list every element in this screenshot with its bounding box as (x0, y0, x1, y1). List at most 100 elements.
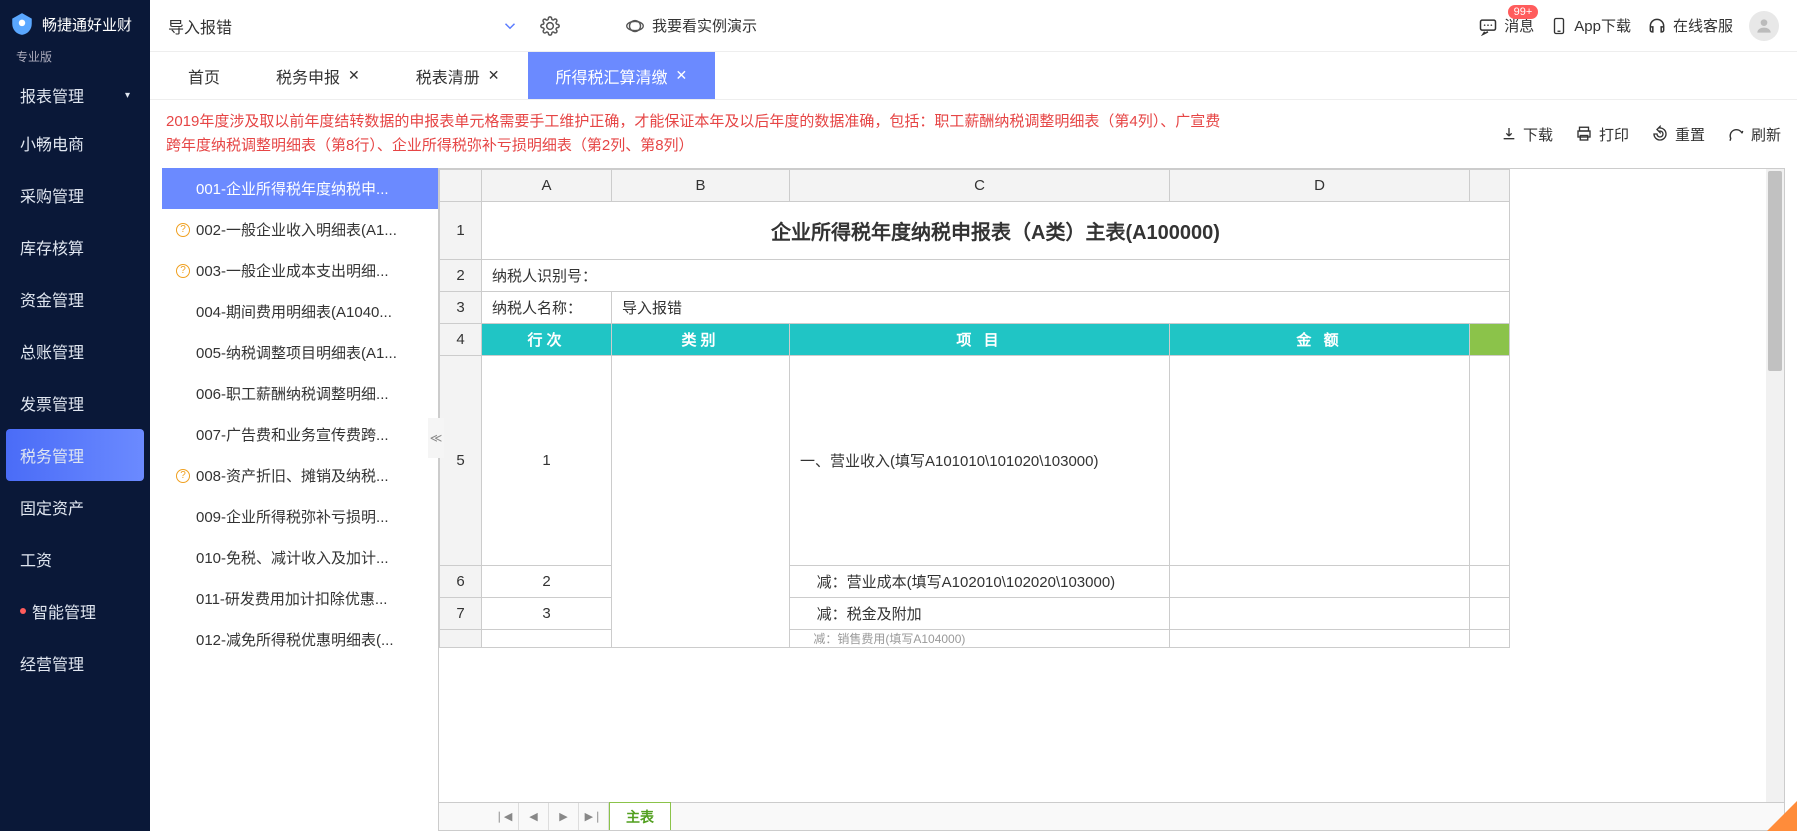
form-list-item-0[interactable]: 001-企业所得税年度纳税申... (162, 168, 438, 209)
header-col2[interactable]: 类别 (612, 324, 790, 356)
nav-item-4[interactable]: 总账管理 (0, 325, 150, 377)
vertical-scrollbar[interactable] (1766, 169, 1784, 802)
dropdown-icon[interactable] (498, 14, 522, 38)
header-col1[interactable]: 行次 (482, 324, 612, 356)
row8-num[interactable] (482, 630, 612, 648)
nav-item-1[interactable]: 采购管理 (0, 169, 150, 221)
nav-item-6[interactable]: 税务管理 (6, 429, 144, 481)
tab-close-icon[interactable]: ✕ (676, 67, 688, 84)
sheet-nav-first[interactable]: ❘◀ (489, 803, 519, 830)
user-avatar[interactable] (1749, 11, 1779, 41)
nav-first-partial[interactable]: 报表管理 ▾ (0, 73, 150, 117)
row-header-7[interactable]: 7 (440, 598, 482, 630)
nav-item-2[interactable]: 库存核算 (0, 221, 150, 273)
form-list-item-8[interactable]: 009-企业所得税弥补亏损明... (162, 496, 438, 537)
row7-extra[interactable] (1470, 598, 1510, 630)
nav-item-8[interactable]: 工资 (0, 533, 150, 585)
refresh-button[interactable]: 刷新 (1727, 124, 1781, 145)
row8-amount[interactable] (1170, 630, 1470, 648)
form-list-item-2[interactable]: ?003-一般企业成本支出明细... (162, 250, 438, 291)
row5-num[interactable]: 1 (482, 356, 612, 566)
sheet-nav-prev[interactable]: ◀ (519, 803, 549, 830)
online-service-button[interactable]: 在线客服 (1647, 15, 1733, 36)
row5-amount[interactable] (1170, 356, 1470, 566)
chevron-down-icon: ▾ (125, 90, 130, 101)
main-area: 导入报错 我要看实例演示 消息 99+ App下载 (150, 0, 1797, 831)
row-header-4[interactable]: 4 (440, 324, 482, 356)
taxpayer-name-label[interactable]: 纳税人名称： (482, 292, 612, 324)
sheet-tabs: ❘◀ ◀ ▶ ▶❘ 主表 (439, 802, 1784, 830)
row8-item[interactable]: 减：销售费用(填写A104000) (790, 630, 1170, 648)
tab-close-icon[interactable]: ✕ (488, 67, 500, 84)
question-icon: ? (176, 223, 190, 237)
sheet-corner[interactable] (440, 170, 482, 202)
taxpayer-id-row[interactable]: 纳税人识别号： (482, 260, 1510, 292)
row5-extra[interactable] (1470, 356, 1510, 566)
collapse-handle[interactable]: ≪ (428, 418, 444, 458)
header-extra[interactable] (1470, 324, 1510, 356)
row7-item[interactable]: 减：税金及附加 (790, 598, 1170, 630)
col-header-B[interactable]: B (612, 170, 790, 202)
form-list-item-5[interactable]: 006-职工薪酬纳税调整明细... (162, 373, 438, 414)
row6-amount[interactable] (1170, 566, 1470, 598)
col-header-C[interactable]: C (790, 170, 1170, 202)
row-header-1[interactable]: 1 (440, 202, 482, 260)
nav-item-3[interactable]: 资金管理 (0, 273, 150, 325)
settings-icon[interactable] (538, 14, 562, 38)
content: 2019年度涉及取以前年度结转数据的申报表单元格需要手工维护正确，才能保证本年及… (150, 100, 1797, 831)
corner-indicator[interactable] (1767, 801, 1797, 831)
row-header-3[interactable]: 3 (440, 292, 482, 324)
form-list-item-10[interactable]: 011-研发费用加计扣除优惠... (162, 578, 438, 619)
nav-item-0[interactable]: 小畅电商 (0, 117, 150, 169)
print-icon (1575, 125, 1593, 143)
col-header-A[interactable]: A (482, 170, 612, 202)
form-list-item-11[interactable]: 012-减免所得税优惠明细表(... (162, 619, 438, 660)
row-header-5[interactable]: 5 (440, 356, 482, 566)
print-button[interactable]: 打印 (1575, 124, 1629, 145)
download-button[interactable]: 下载 (1501, 124, 1553, 145)
taxpayer-name-value[interactable]: 导入报错 (612, 292, 1510, 324)
tab-1[interactable]: 税务申报✕ (248, 52, 388, 99)
row6-item[interactable]: 减：营业成本(填写A102010\102020\103000) (790, 566, 1170, 598)
sheet-title[interactable]: 企业所得税年度纳税申报表（A类）主表(A100000) (482, 202, 1510, 260)
app-download-button[interactable]: App下载 (1550, 15, 1631, 36)
row6-extra[interactable] (1470, 566, 1510, 598)
sheet-tab-main[interactable]: 主表 (609, 802, 671, 830)
row-header-6[interactable]: 6 (440, 566, 482, 598)
row5-item[interactable]: 一、营业收入(填写A101010\101020\103000) (790, 356, 1170, 566)
download-icon (1501, 126, 1517, 142)
form-list-item-7[interactable]: ?008-资产折旧、摊销及纳税... (162, 455, 438, 496)
tab-2[interactable]: 税表清册✕ (388, 52, 528, 99)
reset-button[interactable]: 重置 (1651, 124, 1705, 145)
tab-close-icon[interactable]: ✕ (348, 67, 360, 84)
row6-num[interactable]: 2 (482, 566, 612, 598)
nav-item-9[interactable]: 智能管理 (0, 585, 150, 637)
col-header-D[interactable]: D (1170, 170, 1470, 202)
row8-extra[interactable] (1470, 630, 1510, 648)
refresh-icon (1727, 125, 1745, 143)
tab-0[interactable]: 首页 (160, 52, 248, 99)
page-title: 导入报错 (168, 14, 232, 38)
row-header-2[interactable]: 2 (440, 260, 482, 292)
row-header-8[interactable] (440, 630, 482, 648)
row5-category[interactable] (612, 356, 790, 648)
form-list-item-4[interactable]: 005-纳税调整项目明细表(A1... (162, 332, 438, 373)
header-col3[interactable]: 项 目 (790, 324, 1170, 356)
sheet-nav-last[interactable]: ▶❘ (579, 803, 609, 830)
messages-button[interactable]: 消息 99+ (1478, 15, 1534, 36)
nav-item-5[interactable]: 发票管理 (0, 377, 150, 429)
row7-amount[interactable] (1170, 598, 1470, 630)
topbar: 导入报错 我要看实例演示 消息 99+ App下载 (150, 0, 1797, 52)
form-list-item-6[interactable]: 007-广告费和业务宣传费跨... (162, 414, 438, 455)
form-list-item-3[interactable]: 004-期间费用明细表(A1040... (162, 291, 438, 332)
row7-num[interactable]: 3 (482, 598, 612, 630)
header-col4[interactable]: 金 额 (1170, 324, 1470, 356)
sheet-nav-next[interactable]: ▶ (549, 803, 579, 830)
form-list-item-1[interactable]: ?002-一般企业收入明细表(A1... (162, 209, 438, 250)
col-header-extra[interactable] (1470, 170, 1510, 202)
form-list-item-9[interactable]: 010-免税、减计收入及加计... (162, 537, 438, 578)
nav-item-10[interactable]: 经营管理 (0, 637, 150, 689)
nav-item-7[interactable]: 固定资产 (0, 481, 150, 533)
demo-link[interactable]: 我要看实例演示 (624, 15, 757, 37)
tab-3[interactable]: 所得税汇算清缴✕ (528, 52, 716, 99)
